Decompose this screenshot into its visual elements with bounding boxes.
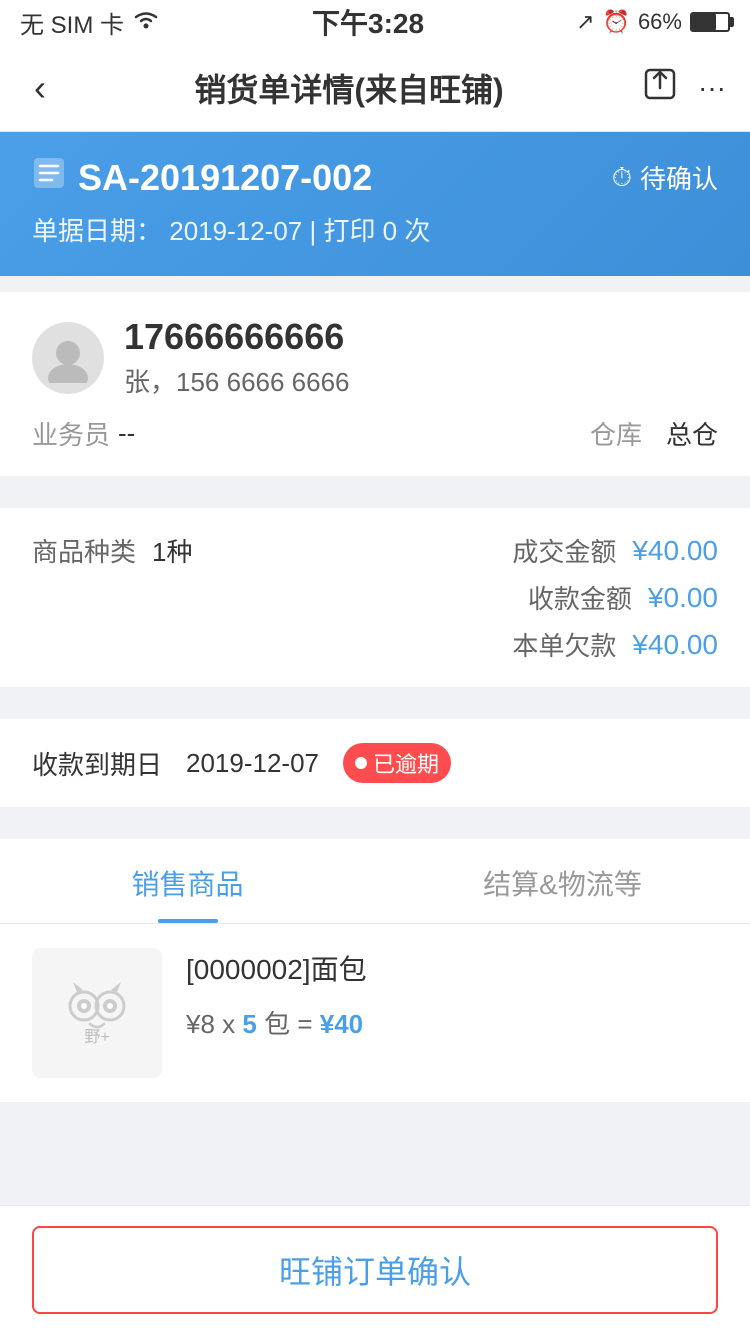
product-logo: 野+ — [57, 974, 137, 1053]
tab-settlement-label: 结算&物流等 — [483, 869, 642, 900]
order-status: ⏱ 待确认 — [612, 159, 718, 196]
product-type-value: 1种 — [152, 532, 192, 569]
warehouse-label: 仓库 — [590, 415, 642, 452]
order-id-container: SA-20191207-002 — [32, 156, 372, 199]
date-label: 单据日期： — [32, 216, 162, 246]
nav-actions: ··· — [642, 66, 726, 109]
summary-label-2: 本单欠款 — [512, 626, 616, 663]
svg-text:野+: 野+ — [84, 1028, 109, 1044]
customer-section: 17666666666 张，156 6666 6666 业务员 -- 仓库 总仓 — [0, 292, 750, 476]
location-icon: ↗ — [576, 9, 594, 35]
due-date: 2019-12-07 — [186, 748, 319, 779]
tabs-row: 销售商品 结算&物流等 — [0, 839, 750, 924]
product-multiply: x — [222, 1009, 242, 1039]
salesperson-row: 业务员 -- 仓库 总仓 — [32, 415, 718, 452]
customer-row: 17666666666 张，156 6666 6666 — [32, 316, 718, 399]
summary-amount-2: ¥40.00 — [632, 629, 718, 661]
product-section: 野+ [0000002]面包 ¥8 x 5 包 = ¥40 — [0, 924, 750, 1102]
due-section: 收款到期日 2019-12-07 已逾期 — [0, 719, 750, 807]
order-date: 2019-12-07 — [169, 216, 302, 246]
bottom-bar: 旺铺订单确认 — [0, 1205, 750, 1334]
summary-section: 商品种类 1种 成交金额 ¥40.00 收款金额 ¥0.00 本单欠款 ¥40.… — [0, 508, 750, 687]
product-thumbnail: 野+ — [32, 948, 162, 1078]
tabs-section: 销售商品 结算&物流等 — [0, 839, 750, 924]
salesperson-label: 业务员 — [32, 415, 110, 452]
product-name: [0000002]面包 — [186, 948, 718, 988]
confirm-order-button[interactable]: 旺铺订单确认 — [32, 1226, 718, 1314]
status-clock-icon: ⏱ — [612, 162, 632, 194]
due-label: 收款到期日 — [32, 745, 162, 782]
status-bar: 无 SIM 卡 下午3:28 ↗ ⏰ 66% — [0, 0, 750, 44]
order-header: SA-20191207-002 ⏱ 待确认 单据日期： 2019-12-07 |… — [0, 132, 750, 276]
summary-item-2: 本单欠款 ¥40.00 — [512, 626, 718, 663]
tab-sales-label: 销售商品 — [131, 869, 243, 900]
overdue-text: 已逾期 — [373, 747, 439, 779]
summary-item-1: 收款金额 ¥0.00 — [528, 579, 718, 616]
tab-underline — [158, 919, 218, 923]
product-equals: = — [297, 1009, 319, 1039]
overdue-badge: 已逾期 — [343, 743, 451, 783]
battery-icon — [690, 12, 730, 32]
status-bar-time: 下午3:28 — [312, 2, 424, 42]
nav-bar: ‹ 销货单详情(来自旺铺) ··· — [0, 44, 750, 132]
order-id-text: SA-20191207-002 — [78, 157, 372, 199]
summary-item-0: 成交金额 ¥40.00 — [512, 532, 718, 569]
status-text: 待确认 — [640, 159, 718, 196]
tab-settlement[interactable]: 结算&物流等 — [375, 839, 750, 923]
customer-name: 张，156 6666 6666 — [124, 362, 350, 399]
order-date-line: 单据日期： 2019-12-07 | 打印 0 次 — [32, 211, 718, 248]
warehouse-value: 总仓 — [666, 415, 718, 452]
alarm-icon: ⏰ — [603, 9, 630, 35]
overdue-dot — [355, 757, 367, 769]
product-price-row: ¥8 x 5 包 = ¥40 — [186, 1004, 718, 1041]
page-title: 销货单详情(来自旺铺) — [194, 65, 503, 111]
product-total: ¥40 — [320, 1009, 363, 1039]
divider-1 — [0, 492, 750, 508]
summary-amount-1: ¥0.00 — [648, 582, 718, 614]
salesperson-value: -- — [118, 418, 135, 449]
product-unit: 包 — [264, 1009, 290, 1039]
back-button[interactable]: ‹ — [24, 57, 56, 119]
share-button[interactable] — [642, 66, 678, 109]
status-bar-right: ↗ ⏰ 66% — [576, 9, 730, 35]
product-quantity: 5 — [242, 1009, 256, 1039]
customer-phone: 17666666666 — [124, 316, 350, 358]
divider-3 — [0, 823, 750, 839]
order-icon — [32, 156, 66, 199]
carrier-text: 无 SIM 卡 — [20, 5, 124, 40]
summary-label-1: 收款金额 — [528, 579, 632, 616]
avatar — [32, 322, 104, 394]
product-price: ¥8 — [186, 1009, 215, 1039]
more-button[interactable]: ··· — [698, 72, 726, 104]
wifi-icon — [132, 8, 160, 36]
divider-2 — [0, 703, 750, 719]
battery-percent: 66% — [638, 9, 682, 35]
summary-amount-0: ¥40.00 — [632, 535, 718, 567]
product-type-label: 商品种类 — [32, 532, 136, 569]
tab-sales[interactable]: 销售商品 — [0, 839, 375, 923]
customer-info: 17666666666 张，156 6666 6666 — [124, 316, 350, 399]
print-count: | 打印 0 次 — [309, 216, 430, 246]
status-bar-left: 无 SIM 卡 — [20, 5, 160, 40]
summary-right: 成交金额 ¥40.00 收款金额 ¥0.00 本单欠款 ¥40.00 — [512, 532, 718, 663]
product-info: [0000002]面包 ¥8 x 5 包 = ¥40 — [186, 948, 718, 1041]
summary-label-0: 成交金额 — [512, 532, 616, 569]
summary-left: 商品种类 1种 — [32, 532, 512, 569]
